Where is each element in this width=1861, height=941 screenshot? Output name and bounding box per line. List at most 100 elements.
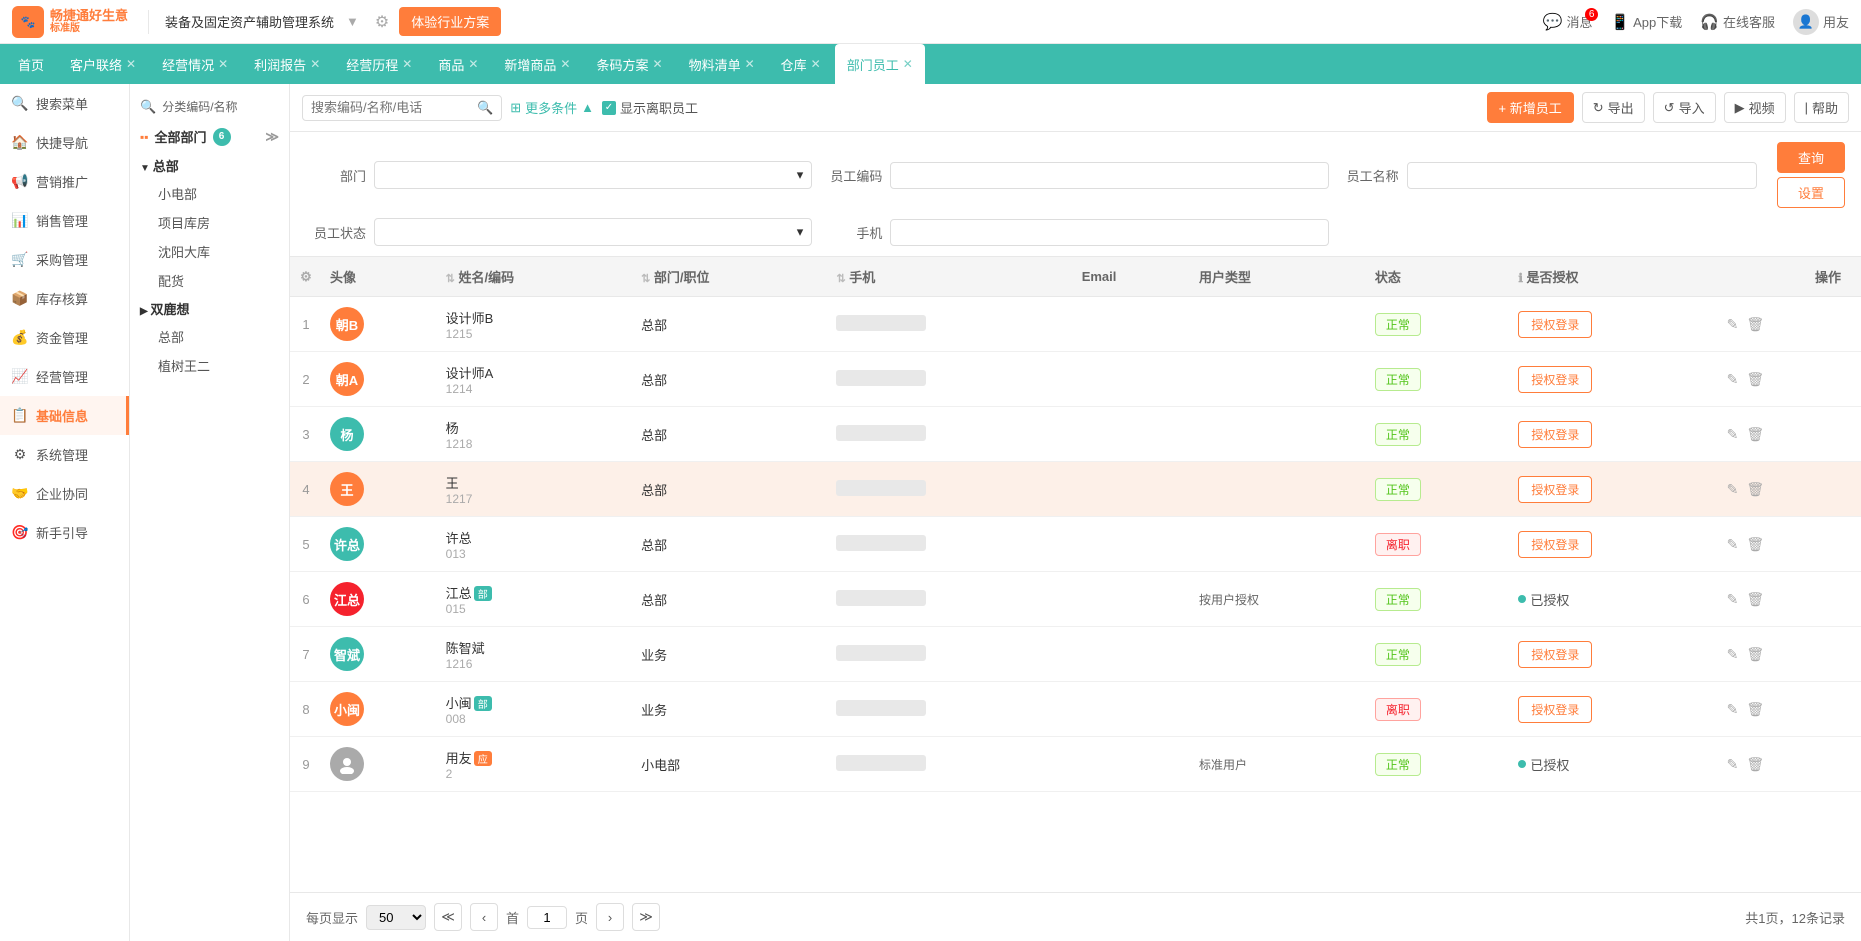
cell-index: 1: [290, 297, 322, 352]
gear-icon[interactable]: ⚙: [300, 269, 312, 284]
authorize-btn[interactable]: 授权登录: [1518, 641, 1592, 668]
table-row: 8 小闽 小闽部 008 业务离职授权登录 ✎ 🗑: [290, 682, 1861, 737]
user-btn[interactable]: 👤 用友: [1793, 9, 1849, 35]
delete-icon[interactable]: 🗑: [1746, 481, 1764, 498]
cell-email: [1074, 517, 1191, 572]
sidebar-finance[interactable]: 💰 资金管理: [0, 318, 129, 357]
sidebar-operations[interactable]: 📈 经营管理: [0, 357, 129, 396]
dept-child-electronics[interactable]: 小电部: [130, 179, 289, 208]
setting-btn[interactable]: 设置: [1777, 177, 1845, 208]
col-name-code[interactable]: ⇅ 姓名/编码: [438, 257, 633, 297]
delete-icon[interactable]: 🗑: [1746, 536, 1764, 553]
delete-icon[interactable]: 🗑: [1746, 756, 1764, 773]
dept-child-delivery[interactable]: 配货: [130, 266, 289, 295]
nav-goods[interactable]: 商品 ✕: [426, 44, 490, 84]
delete-icon[interactable]: 🗑: [1746, 316, 1764, 333]
page-number-input[interactable]: [527, 906, 567, 929]
delete-icon[interactable]: 🗑: [1746, 701, 1764, 718]
edit-icon[interactable]: ✎: [1727, 756, 1739, 773]
delete-icon[interactable]: 🗑: [1746, 371, 1764, 388]
sidebar-collab[interactable]: 🤝 企业协同: [0, 474, 129, 513]
more-filter-btn[interactable]: ⊞ 更多条件 ▲: [510, 98, 594, 117]
sidebar-sales[interactable]: 📊 销售管理: [0, 201, 129, 240]
prev-page-btn[interactable]: ‹: [470, 903, 498, 931]
help-btn[interactable]: | 帮助: [1794, 92, 1849, 123]
sidebar-search[interactable]: 🔍 搜索菜单: [0, 84, 129, 123]
first-page-btn[interactable]: ≪: [434, 903, 462, 931]
dept-select[interactable]: ▾: [374, 161, 812, 189]
app-download-btn[interactable]: 📱 App下载: [1610, 12, 1682, 31]
trial-button[interactable]: 体验行业方案: [399, 7, 501, 36]
edit-icon[interactable]: ✎: [1727, 371, 1739, 388]
cell-avatar: 朝A: [322, 352, 438, 407]
last-page-btn[interactable]: ≫: [632, 903, 660, 931]
dept-child-shenyang[interactable]: 沈阳大库: [130, 237, 289, 266]
sidebar-basic-info[interactable]: 📋 基础信息: [0, 396, 129, 435]
search-btn-icon[interactable]: 🔍: [477, 100, 493, 116]
dept-search-icon[interactable]: 🔍: [140, 99, 156, 115]
add-employee-btn[interactable]: + 新增员工: [1487, 92, 1574, 123]
nav-barcode[interactable]: 条码方案 ✕: [584, 44, 674, 84]
authorize-btn[interactable]: 授权登录: [1518, 531, 1592, 558]
authorize-btn[interactable]: 授权登录: [1518, 311, 1592, 338]
cell-actions: ✎ 🗑: [1719, 682, 1861, 737]
nav-history[interactable]: 经营历程 ✕: [334, 44, 424, 84]
dept-child-wangerthree[interactable]: 植树王二: [130, 351, 289, 380]
message-btn[interactable]: 💬 6 消息: [1543, 12, 1593, 32]
edit-icon[interactable]: ✎: [1727, 591, 1739, 608]
col-dept[interactable]: ⇅ 部门/职位: [633, 257, 828, 297]
nav-bom[interactable]: 物料清单 ✕: [677, 44, 767, 84]
edit-icon[interactable]: ✎: [1727, 701, 1739, 718]
edit-icon[interactable]: ✎: [1727, 316, 1739, 333]
sidebar-system[interactable]: ⚙ 系统管理: [0, 435, 129, 474]
search-input[interactable]: [311, 100, 471, 115]
nav-customer[interactable]: 客户联络 ✕: [58, 44, 148, 84]
dept-group-headquarters[interactable]: 总部: [130, 152, 289, 179]
edit-icon[interactable]: ✎: [1727, 646, 1739, 663]
status-badge: 正常: [1375, 753, 1421, 776]
phone-input[interactable]: [890, 219, 1328, 246]
dept-collapse-btn[interactable]: ≫: [265, 129, 279, 145]
delete-icon[interactable]: 🗑: [1746, 646, 1764, 663]
empcode-input[interactable]: [890, 162, 1328, 189]
edit-icon[interactable]: ✎: [1727, 426, 1739, 443]
delete-icon[interactable]: 🗑: [1746, 591, 1764, 608]
nav-profit[interactable]: 利润报告 ✕: [242, 44, 332, 84]
avatar: 许总: [330, 527, 364, 561]
nav-operation[interactable]: 经营情况 ✕: [150, 44, 240, 84]
status-select[interactable]: ▾: [374, 218, 812, 246]
edit-icon[interactable]: ✎: [1727, 481, 1739, 498]
sidebar-quicknav[interactable]: 🏠 快捷导航: [0, 123, 129, 162]
dept-child-headquarters[interactable]: 总部: [130, 322, 289, 351]
nav-dept-staff[interactable]: 部门员工 ✕: [835, 44, 925, 84]
view-btn[interactable]: ▶ 视频: [1724, 92, 1786, 123]
cell-user-type: [1191, 517, 1367, 572]
col-phone[interactable]: ⇅ 手机: [828, 257, 1073, 297]
empname-input[interactable]: [1407, 162, 1757, 189]
sidebar-newbie[interactable]: 🎯 新手引导: [0, 513, 129, 552]
sidebar-inventory[interactable]: 📦 库存核算: [0, 279, 129, 318]
export-btn[interactable]: ↻ 导出: [1582, 92, 1645, 123]
edit-icon[interactable]: ✎: [1727, 536, 1739, 553]
settings-icon[interactable]: ⚙: [375, 12, 389, 32]
delete-icon[interactable]: 🗑: [1746, 426, 1764, 443]
page-size-select[interactable]: 50 20 100: [366, 905, 426, 930]
nav-add-goods[interactable]: 新增商品 ✕: [492, 44, 582, 84]
next-page-btn[interactable]: ›: [596, 903, 624, 931]
nav-home[interactable]: 首页: [6, 44, 56, 84]
cell-index: 9: [290, 737, 322, 792]
query-btn[interactable]: 查询: [1777, 142, 1845, 173]
authorize-btn[interactable]: 授权登录: [1518, 366, 1592, 393]
authorize-btn[interactable]: 授权登录: [1518, 476, 1592, 503]
sidebar-purchase[interactable]: 🛒 采购管理: [0, 240, 129, 279]
nav-warehouse[interactable]: 仓库 ✕: [769, 44, 833, 84]
online-service-btn[interactable]: 🎧 在线客服: [1700, 12, 1775, 31]
authorize-btn[interactable]: 授权登录: [1518, 696, 1592, 723]
show-resigned-toggle[interactable]: ✓ 显示离职员工: [602, 98, 698, 117]
dept-group-shuanglu[interactable]: 双鹿想: [130, 295, 289, 322]
dropdown-icon[interactable]: ▼: [346, 14, 359, 29]
sidebar-marketing[interactable]: 📢 营销推广: [0, 162, 129, 201]
import-btn[interactable]: ↺ 导入: [1653, 92, 1716, 123]
dept-child-project[interactable]: 项目库房: [130, 208, 289, 237]
authorize-btn[interactable]: 授权登录: [1518, 421, 1592, 448]
